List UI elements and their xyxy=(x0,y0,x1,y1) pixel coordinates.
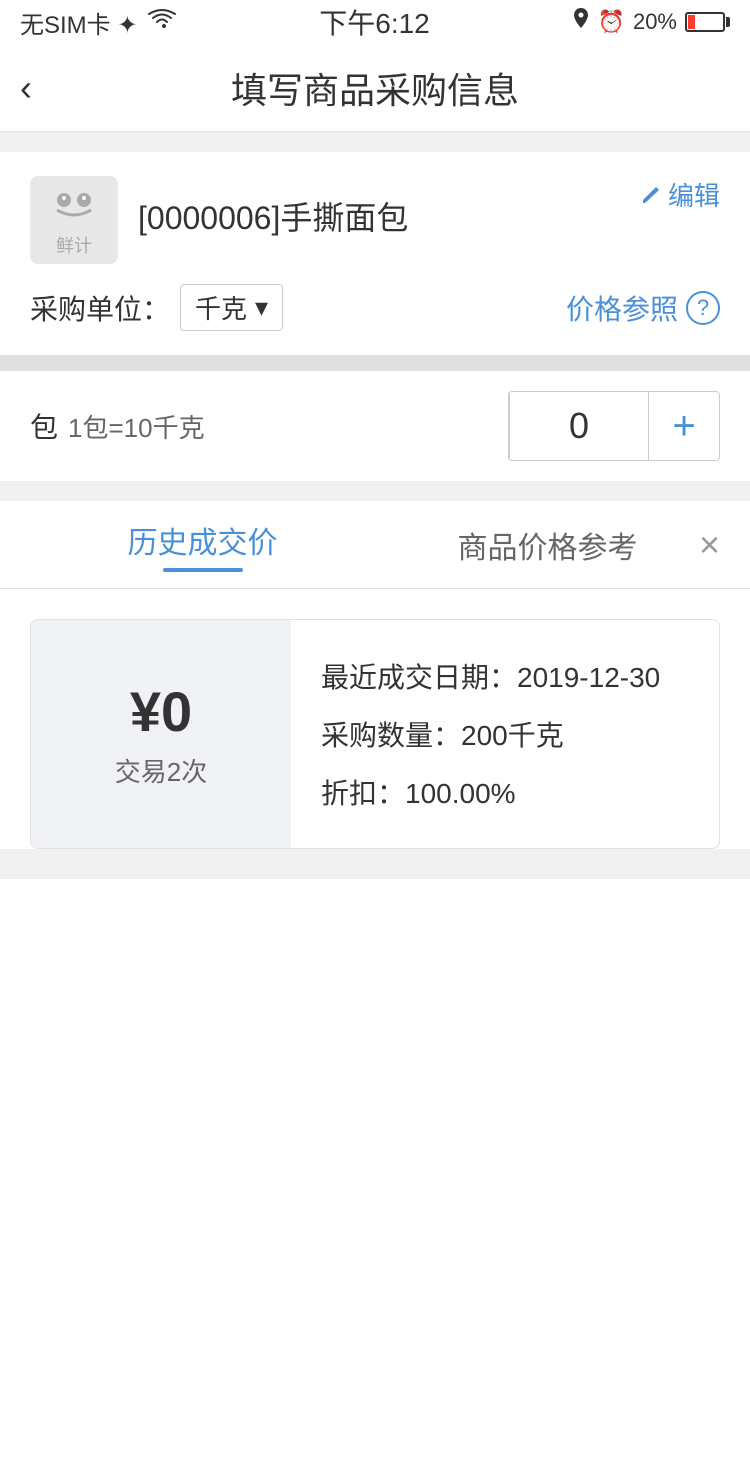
battery-percent: 20% xyxy=(633,9,677,35)
product-name: [0000006]手撕面包 xyxy=(138,193,408,239)
unit-conversion: 1包=10千克 xyxy=(68,408,205,445)
alarm-icon: ⏰ xyxy=(598,9,625,35)
purchase-unit-row: 采购单位： 千克 ▾ 价格参照 ? xyxy=(30,284,720,331)
carrier-label: 无SIM卡 ✦ xyxy=(20,5,137,40)
history-detail-right: 最近成交日期：2019-12-30 采购数量：200千克 折扣：100.00% xyxy=(291,620,719,848)
product-card: 鲜计 [0000006]手撕面包 编辑 采购单位： 千克 ▾ 价格参照 ? xyxy=(0,152,750,355)
edit-label: 编辑 xyxy=(668,176,720,213)
history-card: ¥0 交易2次 最近成交日期：2019-12-30 采购数量：200千克 折扣：… xyxy=(30,619,720,849)
status-left: 无SIM卡 ✦ xyxy=(20,5,177,40)
product-thumbnail: 鲜计 xyxy=(30,176,118,264)
bottom-whitespace xyxy=(0,879,750,1479)
unit-value: 千克 xyxy=(195,289,247,326)
panel-close-button[interactable]: × xyxy=(699,524,720,566)
unit-dropdown[interactable]: 千克 ▾ xyxy=(180,284,283,331)
tab-active-underline xyxy=(163,568,243,572)
price-number: 0 xyxy=(161,680,192,743)
location-icon xyxy=(572,8,590,36)
price-panel: 历史成交价 商品价格参考 × ¥0 交易2次 最近成交日期：2019-12-30… xyxy=(0,501,750,849)
unit-selector: 采购单位： 千克 ▾ xyxy=(30,284,283,331)
wifi-icon xyxy=(147,8,177,37)
battery-icon xyxy=(685,12,730,32)
tab-history-label: 历史成交价 xyxy=(128,518,278,562)
unit-icon-label: 包 xyxy=(30,406,58,446)
price-ref-label: 价格参照 xyxy=(566,288,678,328)
tab-product-price-label: 商品价格参考 xyxy=(458,523,638,567)
edit-button[interactable]: 编辑 xyxy=(640,176,720,213)
price-ref-help-icon: ? xyxy=(686,291,720,325)
purchase-qty-line: 采购数量：200千克 xyxy=(321,714,689,754)
status-right: ⏰ 20% xyxy=(572,8,730,36)
product-info: [0000006]手撕面包 xyxy=(138,193,408,247)
trade-count: 交易2次 xyxy=(115,752,207,789)
product-header: 鲜计 [0000006]手撕面包 编辑 xyxy=(30,176,720,264)
back-button[interactable]: ‹ xyxy=(20,67,32,109)
history-price-left: ¥0 交易2次 xyxy=(31,620,291,848)
nav-bar: ‹ 填写商品采购信息 xyxy=(0,44,750,132)
status-time: 下午6:12 xyxy=(319,2,430,42)
recent-date-value: 2019-12-30 xyxy=(517,662,660,693)
page-title: 填写商品采购信息 xyxy=(231,62,519,114)
quantity-row: 包 1包=10千克 + xyxy=(0,371,750,481)
purchase-qty-label: 采购数量： xyxy=(321,720,461,751)
recent-date-line: 最近成交日期：2019-12-30 xyxy=(321,656,689,696)
currency-symbol: ¥ xyxy=(130,680,161,743)
discount-value: 100.00% xyxy=(405,778,516,809)
tab-product-price-ref[interactable]: 商品价格参考 xyxy=(375,501,720,588)
history-price-value: ¥0 xyxy=(130,679,192,744)
recent-date-label: 最近成交日期： xyxy=(321,662,517,693)
discount-label: 折扣： xyxy=(321,778,405,809)
status-bar: 无SIM卡 ✦ 下午6:12 ⏰ 20% xyxy=(0,0,750,44)
tab-bar: 历史成交价 商品价格参考 × xyxy=(0,501,750,589)
dropdown-arrow-icon: ▾ xyxy=(255,292,268,323)
purchase-qty-value: 200千克 xyxy=(461,720,564,751)
quantity-control: + xyxy=(508,391,720,461)
price-reference-button[interactable]: 价格参照 ? xyxy=(566,288,720,328)
tab-history-price[interactable]: 历史成交价 xyxy=(30,501,375,588)
back-icon: ‹ xyxy=(20,67,32,109)
product-left: 鲜计 [0000006]手撕面包 xyxy=(30,176,408,264)
quantity-plus-button[interactable]: + xyxy=(649,392,719,460)
unit-label: 采购单位： xyxy=(30,288,170,328)
unit-description: 包 1包=10千克 xyxy=(30,406,205,446)
discount-line: 折扣：100.00% xyxy=(321,772,689,812)
section-divider xyxy=(0,355,750,371)
quantity-input[interactable] xyxy=(509,392,649,460)
